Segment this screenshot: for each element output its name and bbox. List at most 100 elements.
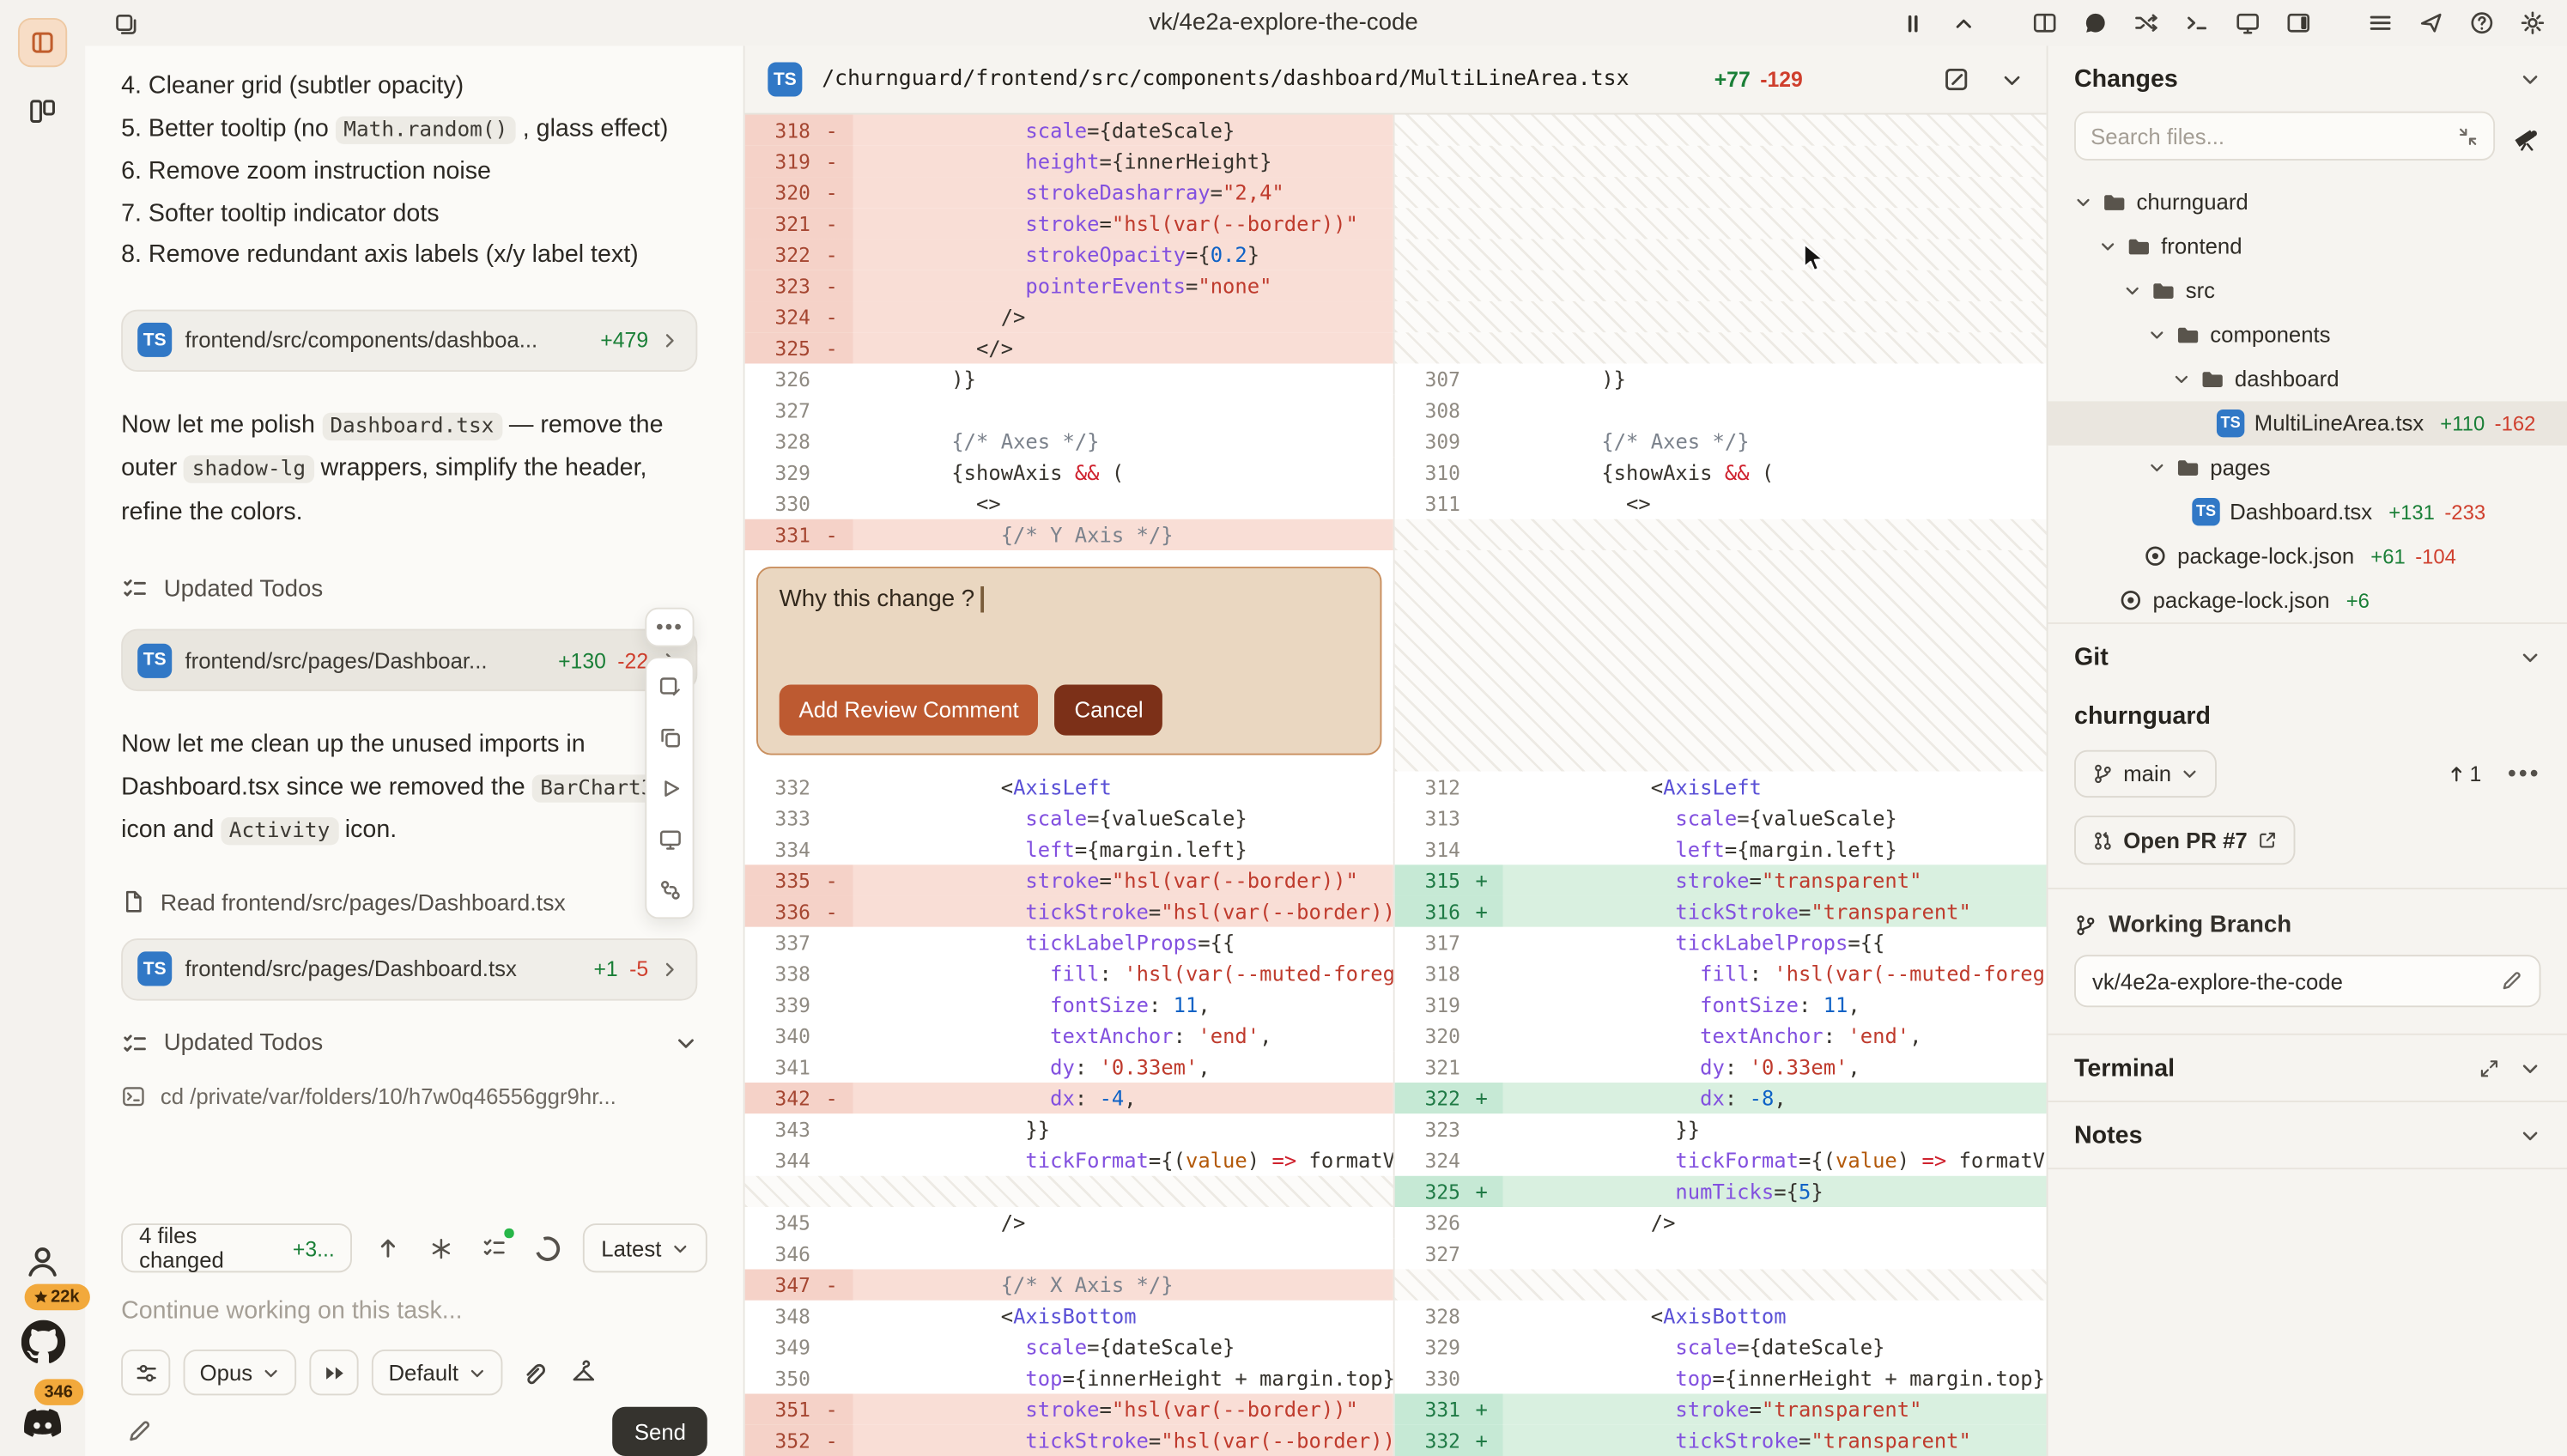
file-change-chip[interactable]: TS frontend/src/components/dashboa... +4… (121, 309, 697, 371)
account-icon[interactable] (23, 1241, 63, 1281)
diff-line-318[interactable]: 318- scale={dateScale} (745, 115, 1395, 146)
chevron-down-icon[interactable] (2148, 458, 2166, 476)
diff-line-310[interactable]: 310· {showAxis && ( (1395, 457, 2047, 488)
watch-telescope-icon[interactable] (2511, 121, 2540, 150)
diff-line-321[interactable]: 321- stroke="hsl(var(--border))" (745, 208, 1395, 239)
terminal-icon[interactable] (2182, 9, 2212, 38)
tree-item-MultiLineArea.tsx[interactable]: TSMultiLineArea.tsx+110-162 (2048, 401, 2567, 446)
chevron-down-icon[interactable] (2099, 238, 2117, 256)
updated-todos-row[interactable]: Updated Todos (121, 1029, 697, 1057)
hanger-icon[interactable] (565, 1355, 601, 1391)
diff-line-320[interactable]: 320- strokeDasharray="2,4" (745, 177, 1395, 208)
cancel-button[interactable]: Cancel (1055, 684, 1163, 735)
diff-line-323[interactable]: 323- pointerEvents="none" (745, 270, 1395, 301)
chevron-down-icon[interactable] (2172, 370, 2190, 388)
chevron-down-icon[interactable] (2148, 326, 2166, 344)
read-file-row[interactable]: Read frontend/src/pages/Dashboard.tsx (121, 889, 697, 915)
diff-line-319[interactable]: 319· fontSize: 11, (1395, 989, 2047, 1020)
workspace-icon[interactable] (18, 18, 67, 67)
chevron-down-icon[interactable] (2000, 68, 2024, 91)
diff-line-319[interactable]: 319- height={innerHeight} (745, 146, 1395, 177)
file-change-chip[interactable]: TS frontend/src/pages/Dashboard.tsx +1-5 (121, 937, 697, 999)
edit-icon[interactable] (121, 1413, 157, 1449)
diff-line-347[interactable]: 347- {/* X Axis */} (745, 1270, 1395, 1301)
diff-line-314[interactable]: 314· left={margin.left} (1395, 834, 2047, 864)
diff-line-332[interactable]: 332+ tickStroke="transparent" (1395, 1425, 2047, 1456)
changes-section-header[interactable]: Changes (2048, 46, 2567, 111)
diff-line-331[interactable]: 331- {/* Y Axis */} (745, 519, 1395, 550)
diff-line-344[interactable]: 344· tickFormat={(value) => formatValue(… (745, 1145, 1395, 1176)
tree-item-components[interactable]: components (2048, 312, 2567, 357)
chat-bubble-icon[interactable] (2081, 9, 2110, 38)
diff-line-339[interactable]: 339· fontSize: 11, (745, 989, 1395, 1020)
diff-line-307[interactable]: 307· )} (1395, 364, 2047, 395)
files-changed-button[interactable]: 4 files changed +3... (121, 1223, 353, 1272)
diff-body[interactable]: 318- scale={dateScale}319- height={inner… (745, 115, 2047, 1456)
diff-line-316[interactable]: 316+ tickStroke="transparent" (1395, 896, 2047, 927)
settings-gear-icon[interactable] (2518, 9, 2547, 38)
attach-icon[interactable] (516, 1355, 552, 1391)
permission-select[interactable]: Default (372, 1350, 502, 1395)
github-icon[interactable] (21, 1320, 64, 1365)
diff-line-325[interactable]: 325+ numTicks={5} (1395, 1176, 2047, 1207)
diff-line-350[interactable]: 350· top={innerHeight + margin.top} (745, 1362, 1395, 1393)
chevron-down-icon[interactable] (2520, 1125, 2541, 1146)
diff-line-308[interactable]: 308· (1395, 395, 2047, 426)
tree-item-dashboard[interactable]: dashboard (2048, 357, 2567, 402)
file-search-box[interactable] (2074, 112, 2495, 161)
add-review-comment-button[interactable]: Add Review Comment (780, 684, 1039, 735)
diff-line-324[interactable]: 324- /> (745, 301, 1395, 332)
push-up-icon[interactable] (371, 1230, 406, 1266)
more-actions-button[interactable]: ••• (645, 608, 694, 647)
layers-icon[interactable] (112, 9, 141, 39)
file-change-chip[interactable]: TS frontend/src/pages/Dashboar... +130-2… (121, 629, 697, 691)
asterisk-icon[interactable] (424, 1230, 459, 1266)
terminal-section-header[interactable]: Terminal (2048, 1035, 2567, 1101)
diff-line-348[interactable]: 348· <AxisBottom (745, 1301, 1395, 1332)
chevron-down-icon[interactable] (2074, 193, 2092, 211)
diff-line-315[interactable]: 315+ stroke="transparent" (1395, 864, 2047, 895)
chat-input[interactable] (121, 1297, 707, 1325)
diff-line-318[interactable]: 318· fill: 'hsl(var(--muted-foreground))… (1395, 958, 2047, 989)
diff-line-352[interactable]: 352- tickStroke="hsl(var(--border))" (745, 1425, 1395, 1456)
diff-line-329[interactable]: 329· scale={dateScale} (1395, 1332, 2047, 1362)
version-select[interactable]: Latest (583, 1223, 707, 1272)
diff-line-337[interactable]: 337· tickLabelProps={{ (745, 927, 1395, 958)
tasks-icon[interactable] (477, 1230, 513, 1266)
annotate-icon[interactable] (1943, 65, 1970, 93)
chevron-down-icon[interactable] (2123, 282, 2141, 300)
diff-line-336[interactable]: 336- tickStroke="hsl(var(--border))" (745, 896, 1395, 927)
terminal-command-row[interactable]: cd /private/var/folders/10/h7w0q46556ggr… (121, 1083, 697, 1108)
diff-line-312[interactable]: 312· <AxisLeft (1395, 772, 2047, 803)
notes-section-header[interactable]: Notes (2048, 1102, 2567, 1168)
display-icon[interactable] (655, 824, 684, 853)
diff-line-322[interactable]: 322+ dx: -8, (1395, 1083, 2047, 1113)
send-button[interactable]: Send (613, 1407, 707, 1456)
diff-line-322[interactable]: 322- strokeOpacity={0.2} (745, 240, 1395, 270)
display-icon[interactable] (2233, 9, 2262, 38)
branch-select[interactable]: main (2074, 750, 2217, 798)
search-input[interactable] (2091, 124, 2448, 149)
diff-line-331[interactable]: 331+ stroke="transparent" (1395, 1394, 2047, 1425)
chevron-down-icon[interactable] (2520, 68, 2541, 89)
more-actions-icon[interactable]: ••• (2508, 760, 2541, 787)
diff-line-341[interactable]: 341· dy: '0.33em', (745, 1052, 1395, 1083)
help-icon[interactable] (2467, 9, 2497, 38)
expand-icon[interactable] (2479, 1057, 2500, 1078)
diff-line-325[interactable]: 325- </> (745, 332, 1395, 363)
git-compare-icon[interactable] (655, 875, 684, 904)
diff-line-328[interactable]: 328· <AxisBottom (1395, 1301, 2047, 1332)
annotate-icon[interactable] (655, 671, 684, 701)
diff-line-334[interactable]: 334· left={margin.left} (745, 834, 1395, 864)
commits-ahead[interactable]: 1 (2445, 761, 2481, 786)
diff-line-338[interactable]: 338· fill: 'hsl(var(--muted-foreground))… (745, 958, 1395, 989)
diff-line-346[interactable]: 346· (745, 1238, 1395, 1269)
open-pr-button[interactable]: Open PR #7 (2074, 816, 2295, 864)
diff-line-340[interactable]: 340· textAnchor: 'end', (745, 1021, 1395, 1052)
discord-icon[interactable] (20, 1407, 65, 1447)
columns-layout-icon[interactable] (2030, 9, 2060, 38)
tree-item-src[interactable]: src (2048, 269, 2567, 313)
diff-line-327[interactable]: 327· (745, 395, 1395, 426)
menu-icon[interactable] (2365, 9, 2394, 38)
diff-line-327[interactable]: 327· (1395, 1238, 2047, 1269)
